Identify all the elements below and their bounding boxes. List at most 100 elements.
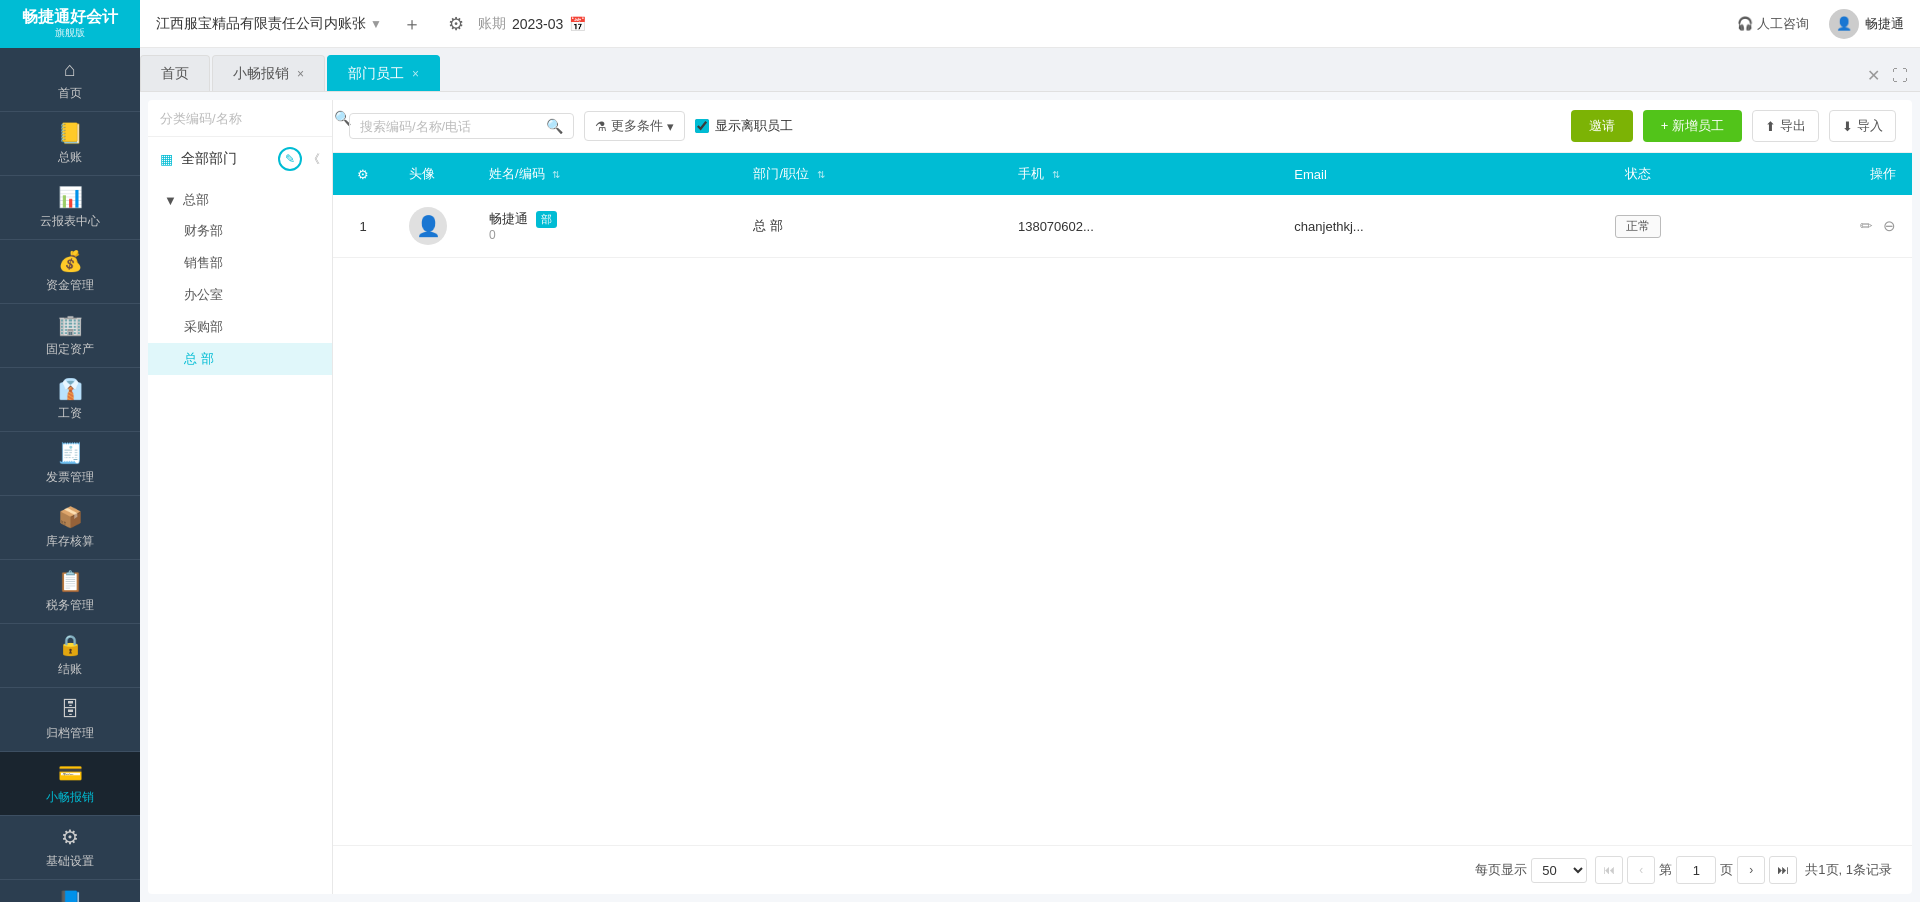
fund-icon: 💰 [58, 249, 83, 273]
company-selector[interactable]: 江西服宝精品有限责任公司内账张 ▼ [156, 15, 382, 33]
page-pre-label: 第 [1659, 861, 1672, 879]
sidebar-item-fund[interactable]: 💰 资金管理 [0, 240, 140, 304]
dept-edit-button[interactable]: ✎ [278, 147, 302, 171]
per-page-select[interactable]: 10 20 50 100 [1531, 858, 1587, 883]
company-dropdown-icon: ▼ [370, 17, 382, 31]
sidebar-label-invoice: 发票管理 [46, 469, 94, 486]
col-name-code[interactable]: 姓名/编码 ⇅ [473, 153, 737, 195]
sidebar-item-stock[interactable]: 📦 库存核算 [0, 496, 140, 560]
dept-child-finance[interactable]: 财务部 [148, 215, 332, 247]
dept-tree: ▼ 总部 财务部 销售部 办公室 采购部 [148, 181, 332, 894]
sidebar-label-reports: 云报表中心 [40, 213, 100, 230]
show-resigned-checkbox[interactable] [695, 119, 709, 133]
add-employee-button[interactable]: + 新增员工 [1643, 110, 1742, 142]
first-page-button[interactable]: ⏮ [1595, 856, 1623, 884]
dept-child-purchase[interactable]: 采购部 [148, 311, 332, 343]
app-logo: 畅捷通好会计 旗舰版 [0, 0, 140, 48]
tab-dept-emp-close[interactable]: × [412, 67, 419, 81]
sidebar-label-archive: 归档管理 [46, 725, 94, 742]
filter-arrow-icon: ▾ [667, 119, 674, 134]
sidebar-item-salary[interactable]: 👔 工资 [0, 368, 140, 432]
row-dept-cell: 总 部 [737, 195, 1001, 258]
expense-icon: 💳 [58, 761, 83, 785]
dept-collapse-button[interactable]: 《 [308, 151, 320, 168]
row-actions-cell: ✏ ⊖ [1738, 195, 1912, 258]
col-actions: 操作 [1738, 153, 1912, 195]
last-page-button[interactable]: ⏭ [1769, 856, 1797, 884]
col-name-code-label: 姓名/编码 [489, 166, 545, 181]
show-resigned-checkbox-wrap[interactable]: 显示离职员工 [695, 117, 793, 135]
sidebar-item-home[interactable]: ⌂ 首页 [0, 48, 140, 112]
tab-home[interactable]: 首页 [140, 55, 210, 91]
col-settings[interactable]: ⚙ [333, 153, 393, 195]
invoice-icon: 🧾 [58, 441, 83, 465]
table-row: 1 👤 畅捷通 部 [333, 195, 1912, 258]
company-name: 江西服宝精品有限责任公司内账张 [156, 15, 366, 33]
tab-expense[interactable]: 小畅报销 × [212, 55, 325, 91]
sidebar-item-closing[interactable]: 🔒 结账 [0, 624, 140, 688]
row-index: 1 [333, 195, 393, 258]
calendar-icon: 📅 [569, 16, 586, 32]
sidebar-item-expense[interactable]: 💳 小畅报销 [0, 752, 140, 816]
col-settings-icon: ⚙ [357, 167, 369, 182]
tab-maximize-button[interactable]: ⛶ [1892, 67, 1908, 85]
employee-avatar: 👤 [409, 207, 447, 245]
dept-child-sales[interactable]: 销售部 [148, 247, 332, 279]
dept-search-input[interactable] [160, 111, 328, 126]
filter-button[interactable]: ⚗ 更多条件 ▾ [584, 111, 685, 141]
import-icon: ⬇ [1842, 119, 1853, 134]
dept-child-purchase-label: 采购部 [184, 319, 223, 334]
sidebar-item-invoice[interactable]: 🧾 发票管理 [0, 432, 140, 496]
pagination-bar: 每页显示 10 20 50 100 ⏮ ‹ 第 页 [333, 845, 1912, 894]
sidebar-item-reports[interactable]: 📊 云报表中心 [0, 176, 140, 240]
filter-icon: ⚗ [595, 119, 607, 134]
delete-employee-button[interactable]: ⊖ [1883, 217, 1896, 235]
reports-icon: 📊 [58, 185, 83, 209]
service-button[interactable]: 🎧 人工咨询 [1737, 15, 1809, 33]
tab-dept-emp[interactable]: 部门员工 × [327, 55, 440, 91]
export-button[interactable]: ⬆ 导出 [1752, 110, 1819, 142]
employee-dept: 总 部 [753, 218, 783, 233]
tab-expense-close[interactable]: × [297, 67, 304, 81]
invite-button[interactable]: 邀请 [1571, 110, 1633, 142]
sidebar-item-tax[interactable]: 📋 税务管理 [0, 560, 140, 624]
next-page-button[interactable]: › [1737, 856, 1765, 884]
row-avatar-cell: 👤 [393, 195, 473, 258]
tab-close-window-button[interactable]: ✕ [1867, 66, 1880, 85]
per-page-selector: 每页显示 10 20 50 100 [1475, 858, 1587, 883]
import-button[interactable]: ⬇ 导入 [1829, 110, 1896, 142]
sidebar-item-guide[interactable]: 📘 新手引导 [0, 880, 140, 902]
dept-child-general[interactable]: 总 部 [148, 343, 332, 375]
dept-root-label: 总部 [183, 191, 209, 209]
settings-button[interactable]: ⚙ [442, 10, 470, 38]
row-status-cell: 正常 [1538, 195, 1738, 258]
add-button[interactable]: ＋ [398, 10, 426, 38]
sidebar-item-archive[interactable]: 🗄 归档管理 [0, 688, 140, 752]
col-mobile[interactable]: 手机 ⇅ [1002, 153, 1278, 195]
tab-bar-right: ✕ ⛶ [1855, 66, 1920, 91]
row-action-buttons: ✏ ⊖ [1754, 217, 1896, 235]
employee-code: 0 [489, 228, 721, 242]
user-info[interactable]: 👤 畅捷通 [1829, 9, 1904, 39]
row-mobile-cell: 138070602... [1002, 195, 1278, 258]
sidebar-item-basic[interactable]: ⚙ 基础设置 [0, 816, 140, 880]
employee-mobile: 138070602... [1018, 219, 1094, 234]
employee-table: ⚙ 头像 姓名/编码 ⇅ 部门/职位 [333, 153, 1912, 845]
col-dept-position[interactable]: 部门/职位 ⇅ [737, 153, 1001, 195]
sidebar-item-fixed[interactable]: 🏢 固定资产 [0, 304, 140, 368]
page-navigation: ⏮ ‹ 第 页 › ⏭ [1595, 856, 1797, 884]
all-dept-label: 全部部门 [181, 150, 237, 168]
dept-child-office[interactable]: 办公室 [148, 279, 332, 311]
employee-search-input[interactable] [360, 119, 540, 134]
dept-root-item[interactable]: ▼ 总部 [148, 185, 332, 215]
page-input[interactable] [1676, 856, 1716, 884]
col-status: 状态 [1538, 153, 1738, 195]
dept-root-arrow: ▼ [164, 193, 177, 208]
col-avatar-label: 头像 [409, 166, 435, 181]
period-selector[interactable]: 账期 2023-03 📅 [478, 15, 586, 33]
sidebar-item-ledger[interactable]: 📒 总账 [0, 112, 140, 176]
edit-employee-button[interactable]: ✏ [1860, 217, 1873, 235]
dept-child-general-label: 总 部 [184, 351, 214, 366]
show-resigned-label: 显示离职员工 [715, 117, 793, 135]
prev-page-button[interactable]: ‹ [1627, 856, 1655, 884]
